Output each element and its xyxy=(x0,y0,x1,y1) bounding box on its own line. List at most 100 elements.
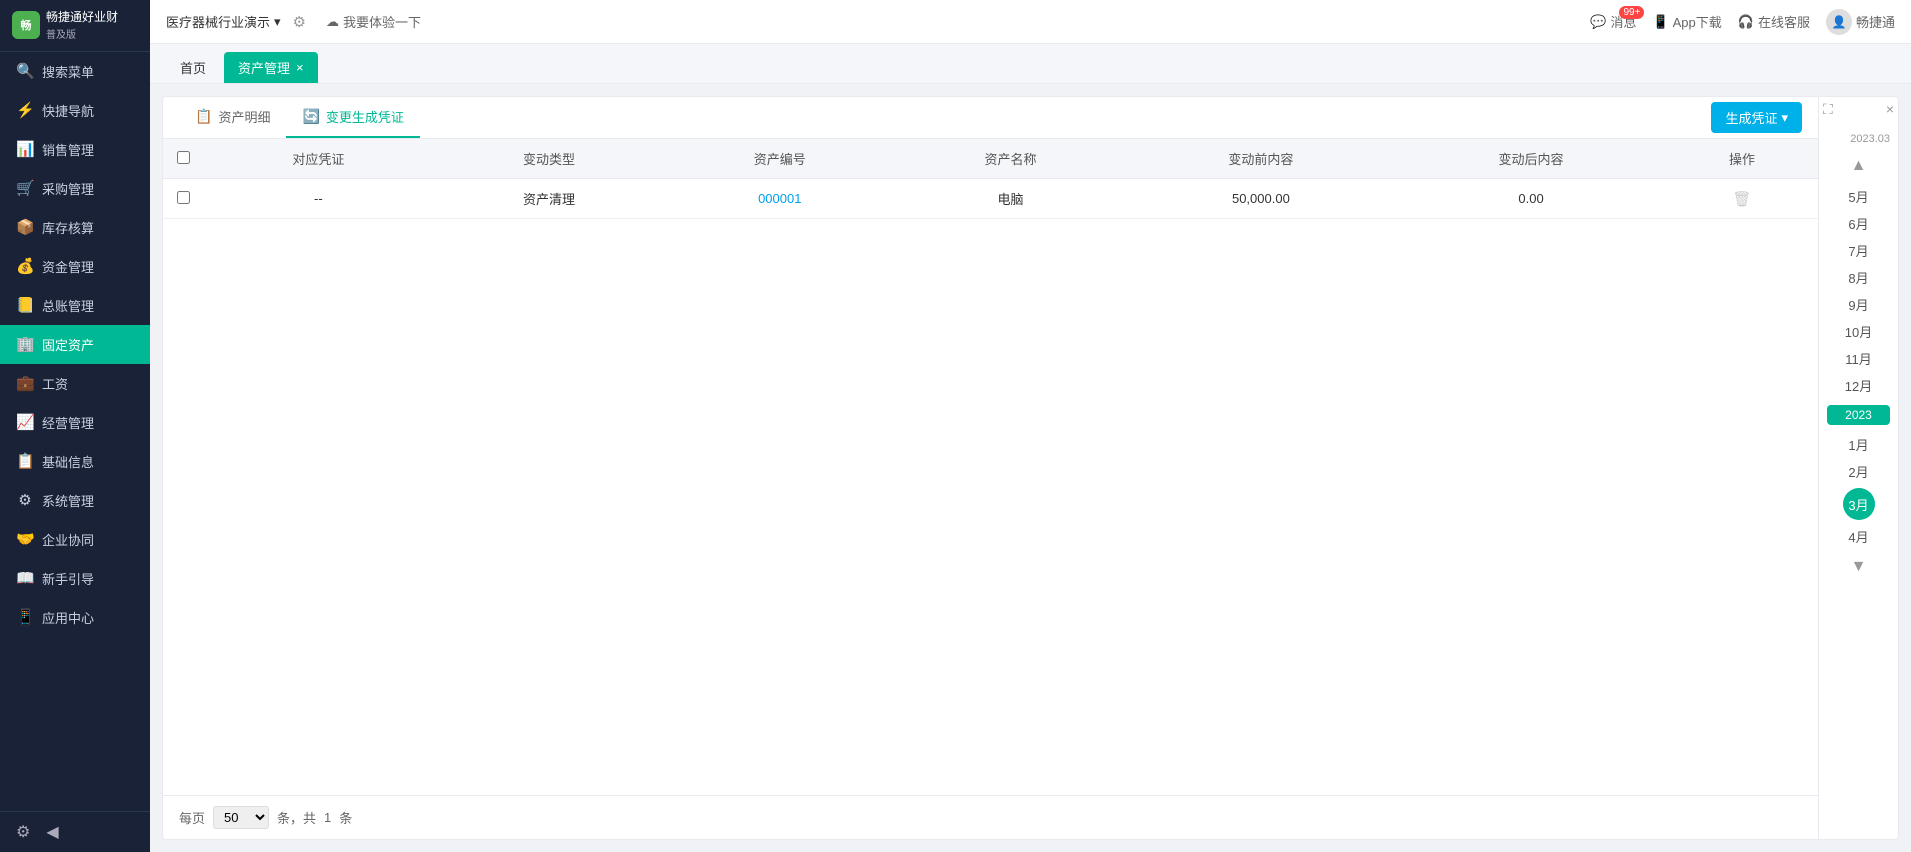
delete-row-icon[interactable]: 🗑 xyxy=(1733,191,1752,208)
panel-close-icon[interactable]: × xyxy=(1886,101,1894,117)
page-size-select[interactable]: 50 100 200 xyxy=(213,806,269,829)
calendar-month-12[interactable]: 12月 xyxy=(1819,372,1898,399)
collapse-icon[interactable]: ◀ xyxy=(46,822,58,842)
table-wrapper: 对应凭证 变动类型 资产编号 资产名称 变动前内容 变动后内容 操作 xyxy=(163,139,1818,795)
generate-dropdown-icon: ▾ xyxy=(1781,110,1788,126)
service-icon: 🎧 xyxy=(1738,14,1754,30)
row-before: 50,000.00 xyxy=(1126,179,1396,219)
inventory-icon: 📦 xyxy=(16,218,34,236)
sidebar-item-label: 资金管理 xyxy=(42,257,94,276)
sidebar-item-assets[interactable]: 🏢 固定资产 xyxy=(0,325,150,364)
assets-table: 对应凭证 变动类型 资产编号 资产名称 变动前内容 变动后内容 操作 xyxy=(163,139,1818,219)
sidebar-item-sales[interactable]: 📊 销售管理 xyxy=(0,130,150,169)
calendar-nav-down[interactable]: ▼ xyxy=(1847,554,1871,580)
company-name[interactable]: 医疗器械行业演示 ▾ xyxy=(166,12,281,31)
sidebar-item-enterprise[interactable]: 🤝 企业协同 xyxy=(0,520,150,559)
sidebar-item-management[interactable]: 📈 经营管理 xyxy=(0,403,150,442)
settings-icon[interactable]: ⚙ xyxy=(16,822,30,842)
col-voucher: 对应凭证 xyxy=(203,139,434,179)
calendar-month-2[interactable]: 2月 xyxy=(1819,458,1898,485)
sidebar-scroll: 🔍 搜索菜单 ⚡ 快捷导航 📊 销售管理 🛒 采购管理 📦 库存核算 💰 资金管… xyxy=(0,52,150,811)
message-badge: 99+ xyxy=(1619,6,1644,19)
sidebar-item-quicknav[interactable]: ⚡ 快捷导航 xyxy=(0,91,150,130)
active-tab-label: 资产管理 xyxy=(238,58,290,77)
row-checkbox[interactable] xyxy=(177,191,190,204)
salary-icon: 💼 xyxy=(16,374,34,392)
calendar-month-7[interactable]: 7月 xyxy=(1819,237,1898,264)
select-all-checkbox[interactable] xyxy=(177,151,190,164)
sidebar-item-label: 基础信息 xyxy=(42,452,94,471)
generate-label: 生成凭证 xyxy=(1725,108,1777,127)
calendar-nav-up[interactable]: ▲ xyxy=(1847,153,1871,179)
ledger-icon: 📒 xyxy=(16,296,34,314)
sidebar-item-guide[interactable]: 📖 新手引导 xyxy=(0,559,150,598)
system-icon: ⚙ xyxy=(16,491,34,509)
service-label: 在线客服 xyxy=(1758,12,1810,31)
calendar-month-10[interactable]: 10月 xyxy=(1819,318,1898,345)
main-area: 医疗器械行业演示 ▾ ⚙ ☁ 我要体验一下 💬 消息 99+ 📱 App下载 🎧… xyxy=(150,0,1911,852)
calendar-month-6[interactable]: 6月 xyxy=(1819,210,1898,237)
sidebar-item-system[interactable]: ⚙ 系统管理 xyxy=(0,481,150,520)
sidebar-item-inventory[interactable]: 📦 库存核算 xyxy=(0,208,150,247)
asset-detail-icon: 📋 xyxy=(195,108,212,125)
sidebar-item-salary[interactable]: 💼 工资 xyxy=(0,364,150,403)
basicinfo-icon: 📋 xyxy=(16,452,34,470)
per-page-label: 每页 xyxy=(179,808,205,827)
sidebar-item-label: 搜索菜单 xyxy=(42,62,94,81)
sidebar-item-search[interactable]: 🔍 搜索菜单 xyxy=(0,52,150,91)
user-menu[interactable]: 👤 畅捷通 xyxy=(1826,9,1895,35)
guide-icon: 📖 xyxy=(16,569,34,587)
calendar-month-8[interactable]: 8月 xyxy=(1819,264,1898,291)
table-row: -- 资产清理 000001 电脑 50,000.00 0.00 🗑 xyxy=(163,179,1818,219)
row-checkbox-cell xyxy=(163,179,203,219)
select-all-col xyxy=(163,139,203,179)
close-tab-icon[interactable]: × xyxy=(296,60,304,75)
topbar-gear-icon[interactable]: ⚙ xyxy=(293,13,306,31)
feedback-button[interactable]: ☁ 我要体验一下 xyxy=(326,12,421,31)
calendar-year-badge[interactable]: 2023 xyxy=(1827,405,1890,425)
col-action: 操作 xyxy=(1666,139,1818,179)
sidebar-item-funds[interactable]: 💰 资金管理 xyxy=(0,247,150,286)
sidebar-item-label: 库存核算 xyxy=(42,218,94,237)
sidebar-item-ledger[interactable]: 📒 总账管理 xyxy=(0,286,150,325)
feedback-icon: ☁ xyxy=(326,14,339,30)
sub-tab-change-voucher[interactable]: 🔄 变更生成凭证 xyxy=(286,97,419,138)
calendar-month-5[interactable]: 5月 xyxy=(1819,183,1898,210)
panel-expand-icon[interactable]: ⛶ xyxy=(1823,101,1833,118)
calendar-month-4[interactable]: 4月 xyxy=(1819,523,1898,550)
logo-subtitle: 普及版 xyxy=(46,26,118,41)
tab-home[interactable]: 首页 xyxy=(166,52,220,83)
calendar-year-label: 2023.03 xyxy=(1819,129,1898,149)
feedback-label: 我要体验一下 xyxy=(343,12,421,31)
per-page-separator: 条，共 xyxy=(277,808,316,827)
sub-tab-asset-detail[interactable]: 📋 资产明细 xyxy=(179,97,286,138)
dropdown-icon: ▾ xyxy=(274,14,281,30)
sub-tab-label: 变更生成凭证 xyxy=(326,107,404,126)
generate-voucher-button[interactable]: 生成凭证 ▾ xyxy=(1711,102,1802,133)
sub-tabs: 📋 资产明细 🔄 变更生成凭证 生成凭证 ▾ xyxy=(163,97,1818,139)
calendar-month-9[interactable]: 9月 xyxy=(1819,291,1898,318)
row-after: 0.00 xyxy=(1396,179,1666,219)
sidebar-item-purchase[interactable]: 🛒 采购管理 xyxy=(0,169,150,208)
calendar-month-3-current[interactable]: 3月 xyxy=(1843,488,1875,520)
sidebar-item-appcenter[interactable]: 📱 应用中心 xyxy=(0,598,150,637)
message-button[interactable]: 💬 消息 99+ xyxy=(1590,12,1636,31)
sidebar-item-basicinfo[interactable]: 📋 基础信息 xyxy=(0,442,150,481)
tab-assets-management[interactable]: 资产管理 × xyxy=(224,52,318,83)
calendar-month-1[interactable]: 1月 xyxy=(1819,431,1898,458)
col-change-type: 变动类型 xyxy=(434,139,665,179)
content-area: 📋 资产明细 🔄 变更生成凭证 生成凭证 ▾ xyxy=(162,96,1899,840)
logo-title: 畅捷通好业财 xyxy=(46,10,118,26)
service-button[interactable]: 🎧 在线客服 xyxy=(1738,12,1810,31)
avatar: 👤 xyxy=(1826,9,1852,35)
row-asset-no: 000001 xyxy=(664,179,895,219)
sidebar-item-label: 应用中心 xyxy=(42,608,94,627)
calendar-month-11[interactable]: 11月 xyxy=(1819,345,1898,372)
sidebar-item-label: 快捷导航 xyxy=(42,101,94,120)
app-download-button[interactable]: 📱 App下载 xyxy=(1652,12,1721,31)
sidebar-item-label: 经营管理 xyxy=(42,413,94,432)
funds-icon: 💰 xyxy=(16,257,34,275)
right-panel: ⛶ × 2023.03 ▲ 5月 6月 7月 8月 9月 10月 11月 12月… xyxy=(1818,97,1898,839)
row-voucher: -- xyxy=(203,179,434,219)
row-action-cell: 🗑 xyxy=(1666,179,1818,219)
